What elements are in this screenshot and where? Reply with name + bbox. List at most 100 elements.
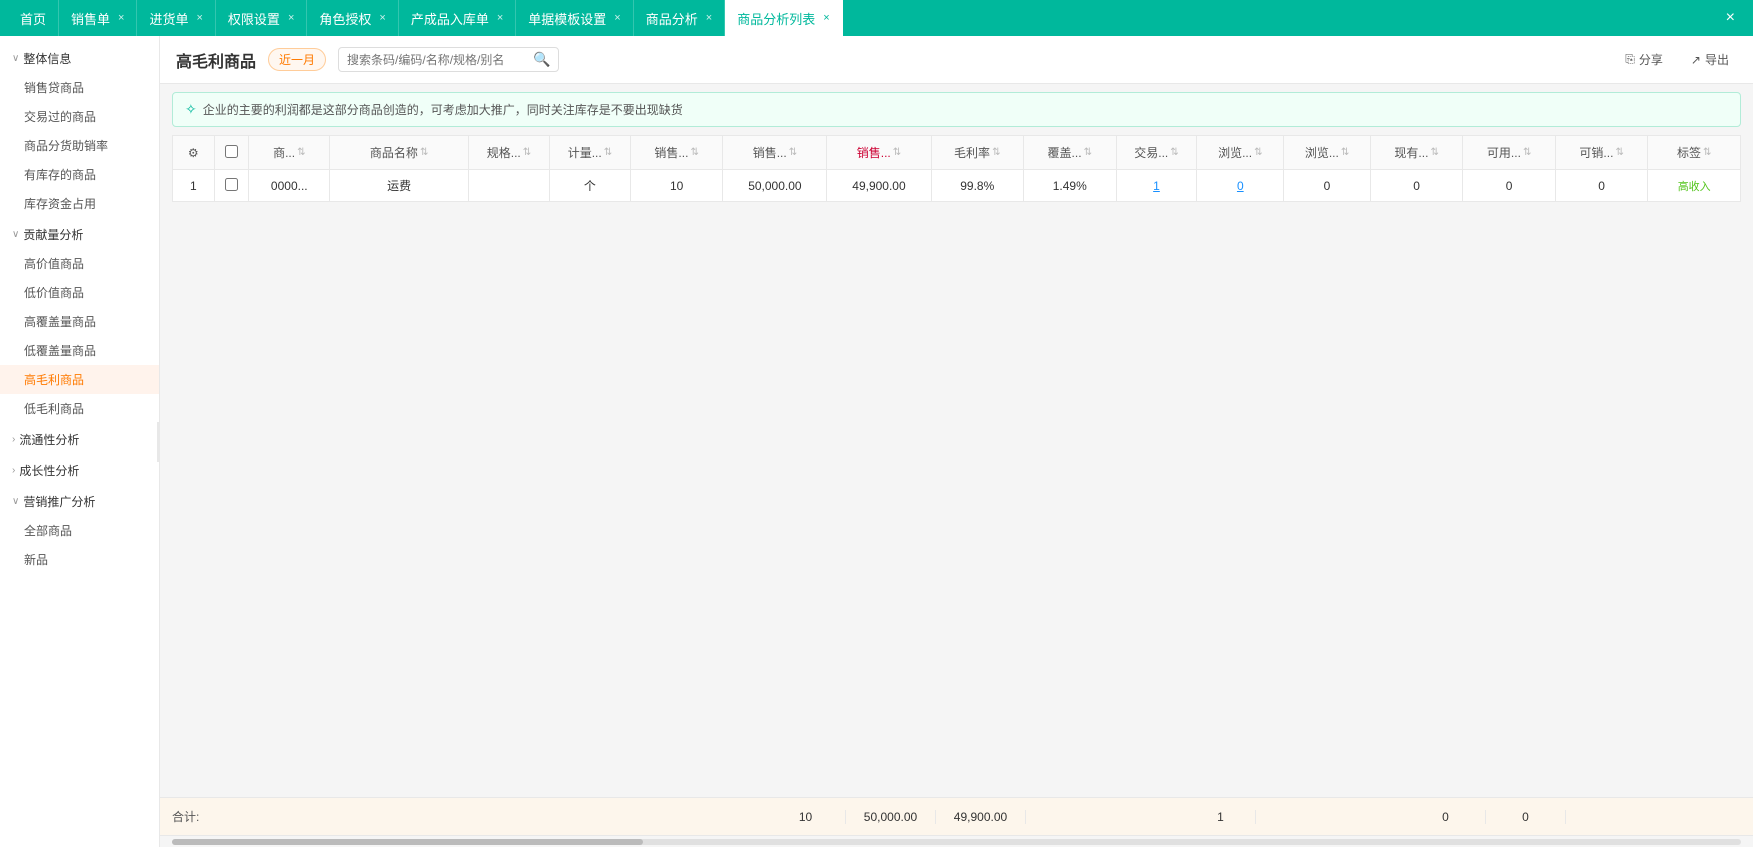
content-area: 高毛利商品 近一月 🔍 ⎘ 分享 ↗ 导出 ✧ 企业的主要的利润都是这部分商品创… bbox=[160, 36, 1753, 847]
footer-cell-sales-qty: 10 bbox=[766, 810, 846, 824]
sidebar-item-high-margin[interactable]: 高毛利商品 bbox=[0, 365, 159, 394]
col-sellable[interactable]: 可销... ⇅ bbox=[1555, 136, 1648, 170]
sidebar-group-marketing-title[interactable]: ∨ 营销推广分析 bbox=[0, 487, 159, 516]
sort-icon-gross-margin: ⇅ bbox=[992, 147, 1000, 158]
footer-bar: 合计: 10 50,000.00 49,900.00 1 0 0 bbox=[160, 797, 1753, 835]
search-input[interactable] bbox=[347, 53, 527, 67]
col-spec[interactable]: 规格... ⇅ bbox=[469, 136, 550, 170]
scrollbar-thumb[interactable] bbox=[172, 839, 643, 845]
col-sales-qty[interactable]: 销售... ⇅ bbox=[630, 136, 723, 170]
main-layout: « ∨ 整体信息 销售贷商品 交易过的商品 商品分货助销率 有库存的商品 库存资… bbox=[0, 36, 1753, 847]
cell-available: 0 bbox=[1463, 170, 1556, 202]
sort-icon-name: ⇅ bbox=[420, 147, 428, 158]
content-header: 高毛利商品 近一月 🔍 ⎘ 分享 ↗ 导出 bbox=[160, 36, 1753, 84]
nav-purchase[interactable]: 进货单 × bbox=[137, 0, 215, 36]
sort-icon-coverage: ⇅ bbox=[1084, 147, 1092, 158]
sidebar-item-sales-goods[interactable]: 销售贷商品 bbox=[0, 73, 159, 102]
nav-role[interactable]: 角色授权 × bbox=[307, 0, 398, 36]
col-settings[interactable]: ⚙ bbox=[173, 136, 215, 170]
nav-permission-close[interactable]: × bbox=[288, 12, 294, 24]
sidebar-group-overall-title[interactable]: ∨ 整体信息 bbox=[0, 44, 159, 73]
share-button[interactable]: ⎘ 分享 bbox=[1617, 47, 1671, 72]
search-icon[interactable]: 🔍 bbox=[533, 51, 550, 68]
nav-analysis[interactable]: 商品分析 × bbox=[634, 0, 725, 36]
nav-analysis-list-close[interactable]: × bbox=[823, 12, 829, 24]
nav-analysis-close[interactable]: × bbox=[706, 12, 712, 24]
col-transaction[interactable]: 交易... ⇅ bbox=[1116, 136, 1197, 170]
sort-icon-sales-profit: ⇅ bbox=[893, 147, 901, 158]
chevron-down-icon-3: ∨ bbox=[12, 496, 19, 507]
col-name[interactable]: 商品名称 ⇅ bbox=[330, 136, 469, 170]
sort-icon-browse1: ⇅ bbox=[1254, 147, 1262, 158]
sidebar-group-growth: › 成长性分析 bbox=[0, 456, 159, 485]
col-current[interactable]: 现有... ⇅ bbox=[1370, 136, 1463, 170]
data-table: ⚙ 商... ⇅ 商品名称 bbox=[172, 135, 1741, 202]
sidebar-item-stock-capital[interactable]: 库存资金占用 bbox=[0, 189, 159, 218]
sidebar-group-growth-title[interactable]: › 成长性分析 bbox=[0, 456, 159, 485]
col-browse1[interactable]: 浏览... ⇅ bbox=[1197, 136, 1284, 170]
nav-product-stock-close[interactable]: × bbox=[497, 12, 503, 24]
nav-permission[interactable]: 权限设置 × bbox=[216, 0, 307, 36]
cell-browse1[interactable]: 0 bbox=[1197, 170, 1284, 202]
sort-icon-browse2: ⇅ bbox=[1341, 147, 1349, 158]
col-browse2[interactable]: 浏览... ⇅ bbox=[1284, 136, 1371, 170]
sidebar-item-assist-sales[interactable]: 商品分货助销率 bbox=[0, 131, 159, 160]
sidebar-group-contribution-title[interactable]: ∨ 贡献量分析 bbox=[0, 220, 159, 249]
col-sales-profit[interactable]: 销售... ⇅ bbox=[827, 136, 931, 170]
cell-spec bbox=[469, 170, 550, 202]
nav-sales[interactable]: 销售单 × bbox=[59, 0, 137, 36]
nav-analysis-list[interactable]: 商品分析列表 × bbox=[725, 0, 842, 36]
col-coverage[interactable]: 覆盖... ⇅ bbox=[1024, 136, 1117, 170]
sidebar-item-traded[interactable]: 交易过的商品 bbox=[0, 102, 159, 131]
sidebar-item-all-goods[interactable]: 全部商品 bbox=[0, 516, 159, 545]
chevron-right-icon-2: › bbox=[12, 465, 15, 476]
close-all-button[interactable]: × bbox=[1716, 9, 1745, 27]
col-gross-margin[interactable]: 毛利率 ⇅ bbox=[931, 136, 1024, 170]
filter-period-button[interactable]: 近一月 bbox=[268, 48, 326, 71]
sort-icon-code: ⇅ bbox=[297, 147, 305, 158]
select-all-checkbox[interactable] bbox=[225, 145, 238, 158]
cell-browse2: 0 bbox=[1284, 170, 1371, 202]
sidebar-item-low-value[interactable]: 低价值商品 bbox=[0, 278, 159, 307]
cell-name: 运费 bbox=[330, 170, 469, 202]
sidebar-item-new-goods[interactable]: 新品 bbox=[0, 545, 159, 574]
table-wrapper[interactable]: ⚙ 商... ⇅ 商品名称 bbox=[160, 135, 1753, 797]
cell-sales-qty: 10 bbox=[630, 170, 723, 202]
nav-template-close[interactable]: × bbox=[614, 12, 620, 24]
sidebar-item-low-coverage[interactable]: 低覆盖量商品 bbox=[0, 336, 159, 365]
export-button[interactable]: ↗ 导出 bbox=[1683, 47, 1737, 72]
col-tag[interactable]: 标签 ⇅ bbox=[1648, 136, 1741, 170]
nav-sales-close[interactable]: × bbox=[118, 12, 124, 24]
sidebar-item-low-margin[interactable]: 低毛利商品 bbox=[0, 394, 159, 423]
cell-checkbox[interactable] bbox=[214, 170, 249, 202]
nav-purchase-close[interactable]: × bbox=[196, 12, 202, 24]
col-sales-amount[interactable]: 销售... ⇅ bbox=[723, 136, 827, 170]
col-available[interactable]: 可用... ⇅ bbox=[1463, 136, 1556, 170]
cell-code: 0000... bbox=[249, 170, 330, 202]
chevron-right-icon: › bbox=[12, 434, 15, 445]
horizontal-scrollbar[interactable] bbox=[160, 835, 1753, 847]
nav-template[interactable]: 单据模板设置 × bbox=[516, 0, 633, 36]
footer-cell-sales-profit: 49,900.00 bbox=[936, 810, 1026, 824]
cell-unit: 个 bbox=[549, 170, 630, 202]
sidebar-item-high-value[interactable]: 高价值商品 bbox=[0, 249, 159, 278]
sort-icon-unit: ⇅ bbox=[604, 147, 612, 158]
sidebar-group-contribution: ∨ 贡献量分析 高价值商品 低价值商品 高覆盖量商品 低覆盖量商品 高毛利商品 … bbox=[0, 220, 159, 423]
nav-home[interactable]: 首页 bbox=[8, 0, 59, 36]
cell-current: 0 bbox=[1370, 170, 1463, 202]
chevron-down-icon-2: ∨ bbox=[12, 229, 19, 240]
sidebar-group-liquidity-title[interactable]: › 流通性分析 bbox=[0, 425, 159, 454]
header-actions: ⎘ 分享 ↗ 导出 bbox=[1617, 47, 1737, 72]
sidebar-item-in-stock[interactable]: 有库存的商品 bbox=[0, 160, 159, 189]
sidebar-item-high-coverage[interactable]: 高覆盖量商品 bbox=[0, 307, 159, 336]
sort-icon-sales-qty: ⇅ bbox=[690, 147, 698, 158]
cell-transaction[interactable]: 1 bbox=[1116, 170, 1197, 202]
nav-role-close[interactable]: × bbox=[379, 12, 385, 24]
scrollbar-track[interactable] bbox=[172, 839, 1741, 845]
row-checkbox[interactable] bbox=[225, 178, 238, 191]
col-code[interactable]: 商... ⇅ bbox=[249, 136, 330, 170]
nav-product-stock[interactable]: 产成品入库单 × bbox=[399, 0, 516, 36]
sidebar-collapse-button[interactable]: « bbox=[157, 422, 160, 462]
col-unit[interactable]: 计量... ⇅ bbox=[549, 136, 630, 170]
col-checkbox[interactable] bbox=[214, 136, 249, 170]
